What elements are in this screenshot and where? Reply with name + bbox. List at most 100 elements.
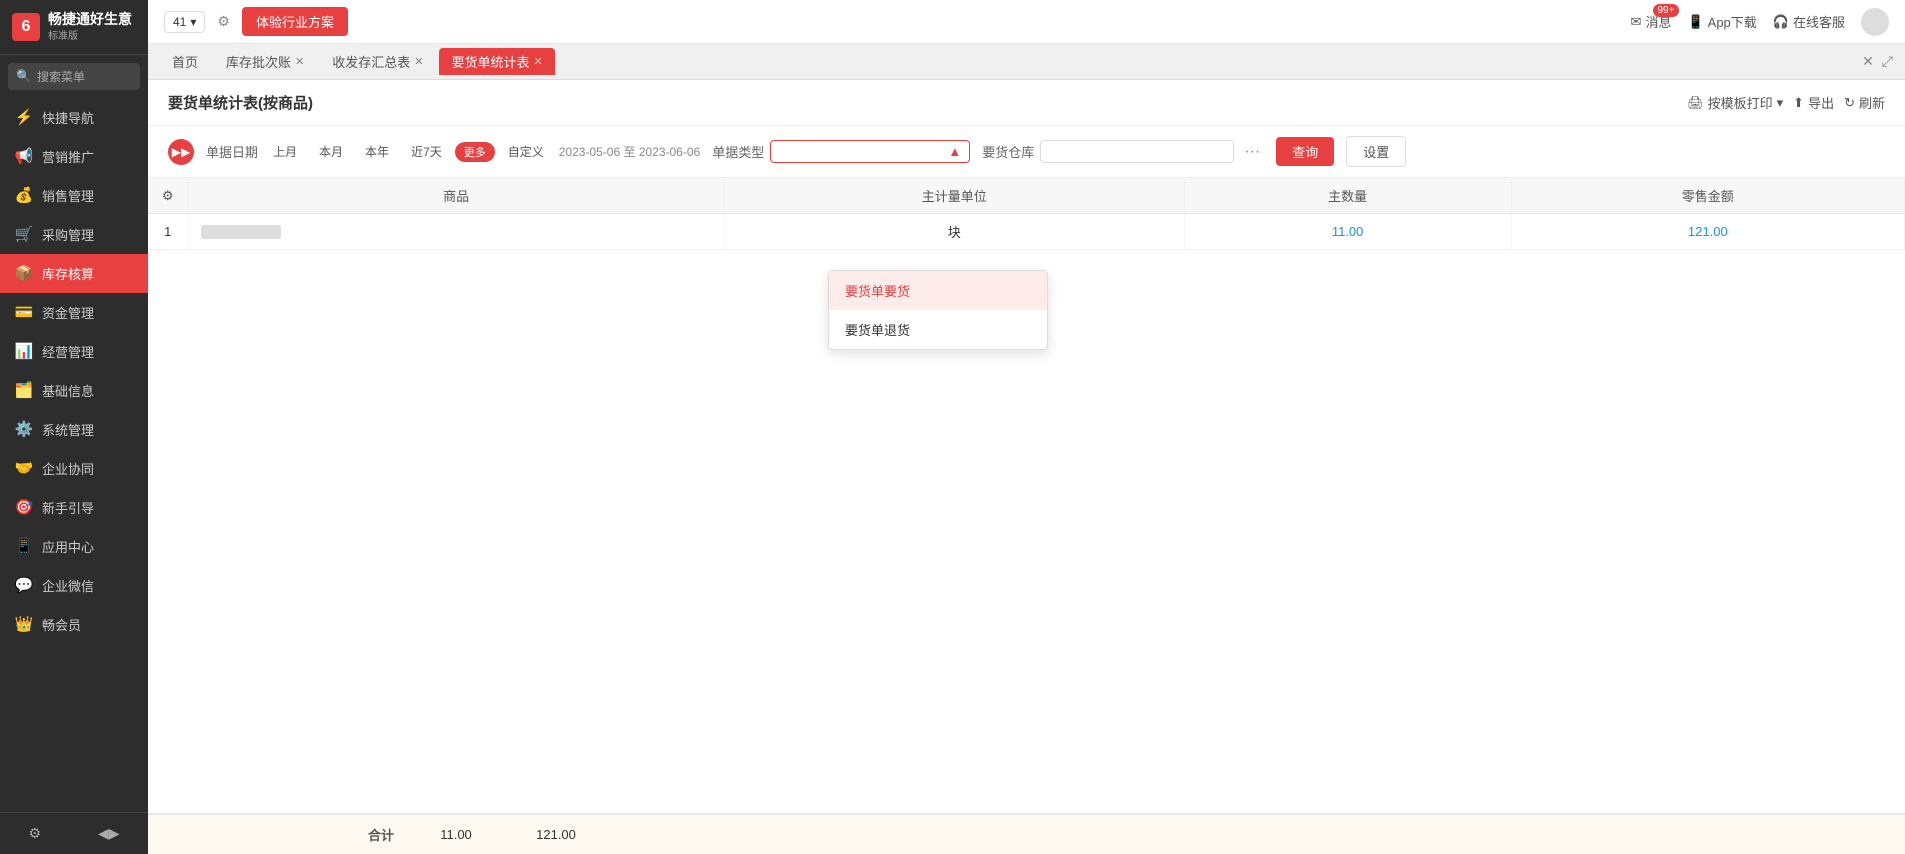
last-7days-btn[interactable]: 近7天 <box>402 140 451 163</box>
table-header-unit: 主计量单位 <box>724 178 1184 214</box>
close-tab-inventory-batch[interactable]: ✕ <box>295 55 304 68</box>
guide-icon: 🎯 <box>14 498 34 516</box>
close-all-tabs-icon[interactable]: ✕ <box>1862 53 1874 70</box>
enterprise-icon: 🤝 <box>14 459 34 477</box>
system-icon: ⚙️ <box>14 420 34 438</box>
app-download-button[interactable]: 📱 App下载 <box>1687 12 1756 31</box>
sidebar-item-label: 系统管理 <box>42 420 94 439</box>
filter-bar: ▶▶ 单据日期 上月 本月 本年 近7天 更多 自定义 2023-05-06 至… <box>148 126 1905 178</box>
type-filter-group: 单据类型 ▲ <box>712 140 970 163</box>
finance-icon: 💳 <box>14 303 34 321</box>
sidebar-item-purchase[interactable]: 🛒 采购管理 <box>0 215 148 254</box>
sidebar-item-enterprise[interactable]: 🤝 企业协同 <box>0 449 148 488</box>
topbar-gear-icon[interactable]: ⚙ <box>217 13 230 30</box>
refresh-icon: ↻ <box>1844 95 1855 111</box>
company-selector[interactable]: 41 ▾ <box>164 11 205 33</box>
this-month-btn[interactable]: 本月 <box>310 140 352 163</box>
tab-requisition-stats-label: 要货单统计表 <box>451 52 529 71</box>
table-area: ⚙ 商品 主计量单位 主数量 零售金额 1 块 11.00 <box>148 178 1905 250</box>
sidebar-collapse-btn[interactable]: ◀▶ <box>90 821 128 846</box>
sidebar-item-label: 库存核算 <box>42 264 94 283</box>
sidebar-item-finance[interactable]: 💳 资金管理 <box>0 293 148 332</box>
sidebar-item-system[interactable]: ⚙️ 系统管理 <box>0 410 148 449</box>
message-icon: ✉ <box>1631 14 1642 30</box>
export-button[interactable]: ⬆ 导出 <box>1793 93 1834 112</box>
table-header-settings[interactable]: ⚙ <box>148 178 188 214</box>
last-month-btn[interactable]: 上月 <box>264 140 306 163</box>
row-no: 1 <box>148 214 188 250</box>
more-filters-btn[interactable]: ··· <box>1240 143 1264 161</box>
more-dates-btn[interactable]: 更多 <box>455 142 495 162</box>
sidebar-item-appstore[interactable]: 📱 应用中心 <box>0 527 148 566</box>
tab-home[interactable]: 首页 <box>160 48 210 75</box>
topbar-left: 41 ▾ ⚙ 体验行业方案 <box>164 7 348 36</box>
refresh-button[interactable]: ↻ 刷新 <box>1844 93 1885 112</box>
type-filter-select[interactable]: ▲ <box>770 140 970 163</box>
tab-receipts-summary-label: 收发存汇总表 <box>332 52 410 71</box>
sidebar-item-label: 采购管理 <box>42 225 94 244</box>
trial-button[interactable]: 体验行业方案 <box>242 7 348 36</box>
data-table: ⚙ 商品 主计量单位 主数量 零售金额 1 块 11.00 <box>148 178 1905 250</box>
row-product <box>188 214 724 250</box>
expand-tab-icon[interactable]: ⤢ <box>1882 53 1893 70</box>
sidebar-item-label: 快捷导航 <box>42 108 94 127</box>
sidebar-item-inventory[interactable]: 📦 库存核算 <box>0 254 148 293</box>
this-year-btn[interactable]: 本年 <box>356 140 398 163</box>
sidebar-item-marketing[interactable]: 📢 营销推广 <box>0 137 148 176</box>
dropdown-item-1[interactable]: 要货单要货 <box>829 271 1047 310</box>
sidebar-item-sales[interactable]: 💰 销售管理 <box>0 176 148 215</box>
type-dropdown: 要货单要货 要货单退货 <box>828 270 1048 350</box>
filter-expand-button[interactable]: ▶▶ <box>168 139 194 165</box>
basic-icon: 🗂️ <box>14 381 34 399</box>
online-service-label: 在线客服 <box>1793 12 1845 31</box>
tab-home-label: 首页 <box>172 52 198 71</box>
appstore-icon: 📱 <box>14 537 34 555</box>
inventory-icon: 📦 <box>14 264 34 282</box>
topbar-right: ✉ 消息 99+ 📱 App下载 🎧 在线客服 <box>1631 8 1889 36</box>
print-icon: 🖨 <box>1687 95 1704 111</box>
sidebar-item-quick-nav[interactable]: ⚡ 快捷导航 <box>0 98 148 137</box>
custom-date-btn[interactable]: 自定义 <box>499 140 553 163</box>
company-value: 41 <box>173 15 186 29</box>
messages-button[interactable]: ✉ 消息 99+ <box>1631 12 1672 31</box>
row-amount: 121.00 <box>1511 214 1904 250</box>
close-tab-requisition-stats[interactable]: ✕ <box>534 55 543 68</box>
sidebar-item-label: 企业协同 <box>42 459 94 478</box>
messages-badge: 99+ <box>1653 4 1680 17</box>
footer-label: 合计 <box>148 825 406 844</box>
avatar[interactable] <box>1861 8 1889 36</box>
page-actions: 🖨 按模板打印 ▾ ⬆ 导出 ↻ 刷新 <box>1687 93 1885 112</box>
sidebar-bottom: ⚙ ◀▶ <box>0 812 148 854</box>
sidebar-item-wechat[interactable]: 💬 企业微信 <box>0 566 148 605</box>
sidebar-item-guide[interactable]: 🎯 新手引导 <box>0 488 148 527</box>
sidebar-settings-btn[interactable]: ⚙ <box>20 821 49 846</box>
page-title: 要货单统计表(按商品) <box>168 92 313 113</box>
marketing-icon: 📢 <box>14 147 34 165</box>
dropdown-item-2[interactable]: 要货单退货 <box>829 310 1047 349</box>
chevron-up-icon: ▲ <box>948 144 961 159</box>
tab-inventory-batch[interactable]: 库存批次账 ✕ <box>214 48 316 75</box>
sidebar: 6 畅捷通好生意 标准版 🔍 搜索菜单 ⚡ 快捷导航 📢 营销推广 💰 销售管理… <box>0 0 148 854</box>
column-settings-button[interactable]: 设置 <box>1346 136 1406 167</box>
search-menu-label: 搜索菜单 <box>37 68 85 85</box>
sidebar-item-basic[interactable]: 🗂️ 基础信息 <box>0 371 148 410</box>
sidebar-item-label: 企业微信 <box>42 576 94 595</box>
print-dropdown-icon: ▾ <box>1777 95 1784 111</box>
sidebar-item-member[interactable]: 👑 畅会员 <box>0 605 148 644</box>
sidebar-item-operation[interactable]: 📊 经营管理 <box>0 332 148 371</box>
online-service-button[interactable]: 🎧 在线客服 <box>1773 12 1845 31</box>
refresh-label: 刷新 <box>1859 93 1885 112</box>
sidebar-item-label: 畅会员 <box>42 615 81 634</box>
tab-receipts-summary[interactable]: 收发存汇总表 ✕ <box>320 48 435 75</box>
table-header-quantity: 主数量 <box>1184 178 1511 214</box>
tab-requisition-stats[interactable]: 要货单统计表 ✕ <box>439 48 554 75</box>
sidebar-logo: 6 畅捷通好生意 标准版 <box>0 0 148 55</box>
print-template-button[interactable]: 🖨 按模板打印 ▾ <box>1687 93 1783 112</box>
search-menu[interactable]: 🔍 搜索菜单 <box>8 63 140 90</box>
type-filter-label: 单据类型 <box>712 142 764 161</box>
tab-inventory-batch-label: 库存批次账 <box>226 52 291 71</box>
purchase-icon: 🛒 <box>14 225 34 243</box>
close-tab-receipts-summary[interactable]: ✕ <box>414 55 423 68</box>
query-button[interactable]: 查询 <box>1276 137 1334 166</box>
warehouse-filter-input[interactable] <box>1040 140 1234 163</box>
